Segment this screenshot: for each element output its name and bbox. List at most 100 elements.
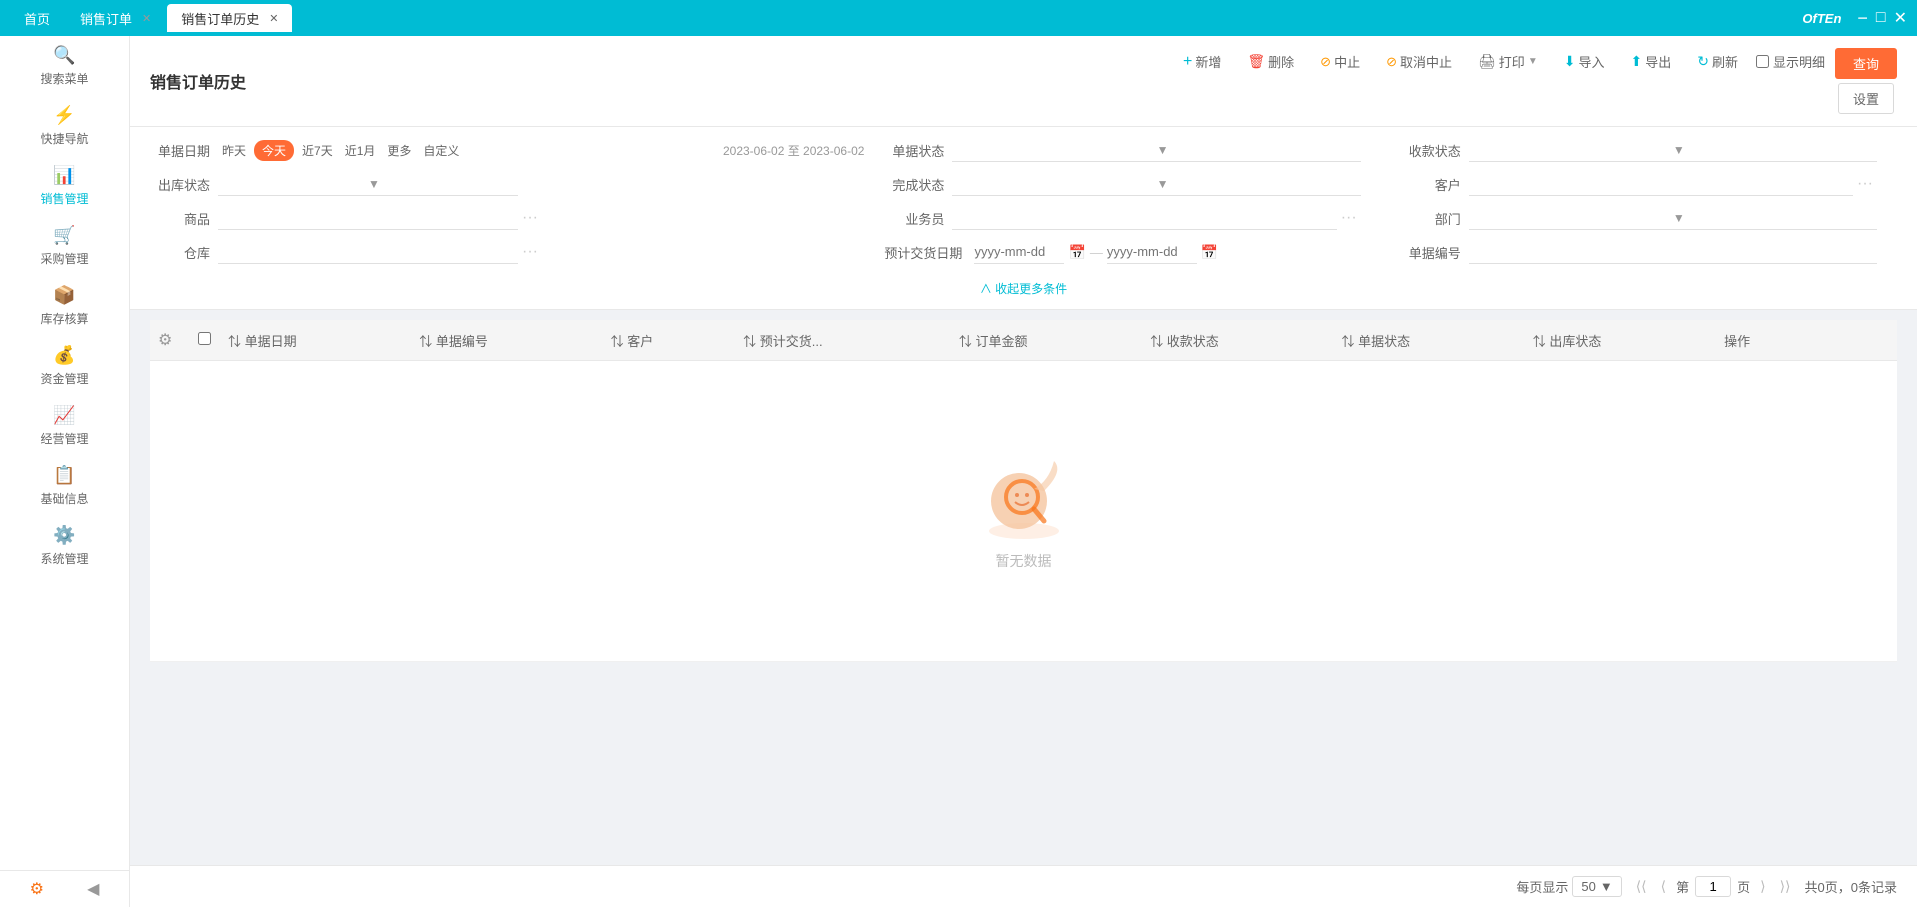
date-tag-last7[interactable]: 近7天 [298,140,337,161]
sidebar-settings-icon[interactable]: ⚙ [30,879,44,899]
salesman-ellipsis-button[interactable]: ··· [1337,209,1361,227]
tab-close-sales-history[interactable]: ✕ [269,12,278,25]
tab-home[interactable]: 首页 [10,4,64,32]
order-no-label: 单据编号 [1401,243,1461,262]
settings-button[interactable]: 设置 [1838,83,1894,114]
last-page-button[interactable]: ⟩⟩ [1776,876,1795,897]
more-filters-toggle[interactable]: ∧ 收起更多条件 [150,274,1897,297]
th-actions: 操作 [1716,320,1897,361]
calendar-to-icon[interactable]: 📅 [1201,244,1218,261]
pagination: ⟨⟨ ⟨ 第 页 ⟩ ⟩⟩ [1632,876,1795,897]
system-icon: ⚙️ [53,525,75,546]
order-status-select[interactable]: ▼ [952,139,1360,162]
goods-ellipsis-button[interactable]: ··· [518,209,542,227]
first-page-button[interactable]: ⟨⟨ [1632,876,1651,897]
empty-state-cell: 暂无数据 [150,361,1897,662]
customer-ellipsis-button[interactable]: ··· [1853,175,1877,193]
delete-button[interactable]: 🗑 删除 [1239,48,1302,75]
quick-nav-icon: ⚡ [53,105,75,126]
select-all-checkbox[interactable] [198,332,211,345]
customer-input[interactable] [1469,172,1853,196]
sidebar-item-purchase[interactable]: 🛒 采购管理 [0,216,129,276]
import-button[interactable]: ⬇ 导入 [1556,48,1613,75]
refresh-icon: ↻ [1697,53,1709,70]
table-body: 暂无数据 [150,361,1897,662]
display-detail-input[interactable] [1756,55,1769,68]
print-icon: 🖨 [1478,53,1496,70]
out-status-filter-item: 出库状态 ▼ [150,173,864,196]
pay-status-select[interactable]: ▼ [1469,139,1877,162]
prev-page-button[interactable]: ⟨ [1657,876,1670,897]
stop-label: 中止 [1334,52,1360,71]
warehouse-input[interactable] [218,240,518,264]
th-order-no-label: ⇅ 单据编号 [419,334,488,349]
warehouse-ellipsis-button[interactable]: ··· [518,243,542,261]
complete-status-select[interactable]: ▼ [952,173,1360,196]
display-detail-checkbox[interactable]: 显示明细 [1756,52,1825,71]
calendar-from-icon[interactable]: 📅 [1068,244,1085,261]
sidebar-item-quick-nav[interactable]: ⚡ 快捷导航 [0,96,129,156]
page-title: 销售订单历史 [150,69,246,93]
th-out-status-label: ⇅ 出库状态 [1533,334,1602,349]
delivery-from-input[interactable] [974,240,1064,264]
th-settings: ⚙ [150,320,190,361]
sidebar-item-search-menu[interactable]: 🔍 搜索菜单 [0,36,129,96]
order-status-label: 单据状态 [884,141,944,160]
date-filter: 昨天 今天 近7天 近1月 更多 自定义 [218,140,719,161]
minimize-button[interactable]: − [1857,9,1868,27]
page-label: 第 [1676,877,1689,896]
import-icon: ⬇ [1564,53,1576,70]
toolbar: + 新增 🗑 删除 ⊘ 中止 ⊘ 取消中止 [1175,48,1825,75]
query-button[interactable]: 查询 [1835,48,1897,79]
date-tag-last1m[interactable]: 近1月 [341,140,380,161]
date-tag-custom[interactable]: 自定义 [419,140,463,161]
tab-sales-history[interactable]: 销售订单历史✕ [167,4,292,32]
empty-text: 暂无数据 [996,551,1052,571]
page-size-value[interactable]: 50 ▼ [1572,876,1621,897]
goods-input[interactable] [218,206,518,230]
main-layout: 🔍 搜索菜单 ⚡ 快捷导航 📊 销售管理 🛒 采购管理 📦 库存核算 💰 资金管… [0,36,1917,907]
complete-status-arrow-icon: ▼ [1157,177,1361,191]
tab-sales-order[interactable]: 销售订单✕ [66,4,165,32]
th-out-status: ⇅ 出库状态 [1525,320,1716,361]
empty-state-row: 暂无数据 [150,361,1897,662]
sidebar-item-finance[interactable]: 💰 资金管理 [0,336,129,396]
tab-close-sales-order[interactable]: ✕ [142,12,151,25]
sidebar-item-system[interactable]: ⚙️ 系统管理 [0,516,129,576]
out-status-select[interactable]: ▼ [218,173,518,196]
th-order-status: ⇅ 单据状态 [1333,320,1524,361]
date-tag-today[interactable]: 今天 [254,140,294,161]
operations-icon: 📈 [53,405,75,426]
dept-select[interactable]: ▼ [1469,207,1877,230]
warehouse-label: 仓库 [150,243,210,262]
refresh-button[interactable]: ↻ 刷新 [1689,48,1746,75]
date-tag-yesterday[interactable]: 昨天 [218,140,250,161]
sidebar-item-operations[interactable]: 📈 经营管理 [0,396,129,456]
per-page-label: 每页显示 [1516,877,1568,896]
sales-icon: 📊 [53,165,75,186]
date-label: 单据日期 [150,141,210,160]
page-input[interactable] [1695,876,1731,897]
add-button[interactable]: + 新增 [1175,48,1229,75]
sidebar-label-inventory: 库存核算 [40,310,88,327]
sidebar-item-sales[interactable]: 📊 销售管理 [0,156,129,216]
delivery-to-input[interactable] [1107,240,1197,264]
dept-filter-item: 部门 ▼ [1381,207,1897,230]
close-button[interactable]: ✕ [1894,8,1907,28]
next-page-button[interactable]: ⟩ [1756,876,1769,897]
sidebar-collapse-icon[interactable]: ◀ [87,879,99,899]
sidebar-item-inventory[interactable]: 📦 库存核算 [0,276,129,336]
order-no-input[interactable] [1469,240,1877,264]
cancel-stop-button[interactable]: ⊘ 取消中止 [1378,48,1460,75]
date-tag-more[interactable]: 更多 [383,140,415,161]
sidebar-item-base-info[interactable]: 📋 基础信息 [0,456,129,516]
stop-button[interactable]: ⊘ 中止 [1312,48,1368,75]
export-button[interactable]: ⬆ 导出 [1622,48,1679,75]
salesman-input[interactable] [952,206,1336,230]
table-settings-icon[interactable]: ⚙ [158,332,172,349]
maximize-button[interactable]: □ [1876,9,1886,27]
th-delivery-date-label: ⇅ 预计交货... [743,334,822,349]
th-order-status-label: ⇅ 单据状态 [1341,334,1410,349]
print-button[interactable]: 🖨 打印 ▼ [1470,48,1546,75]
export-label: 导出 [1645,52,1671,71]
